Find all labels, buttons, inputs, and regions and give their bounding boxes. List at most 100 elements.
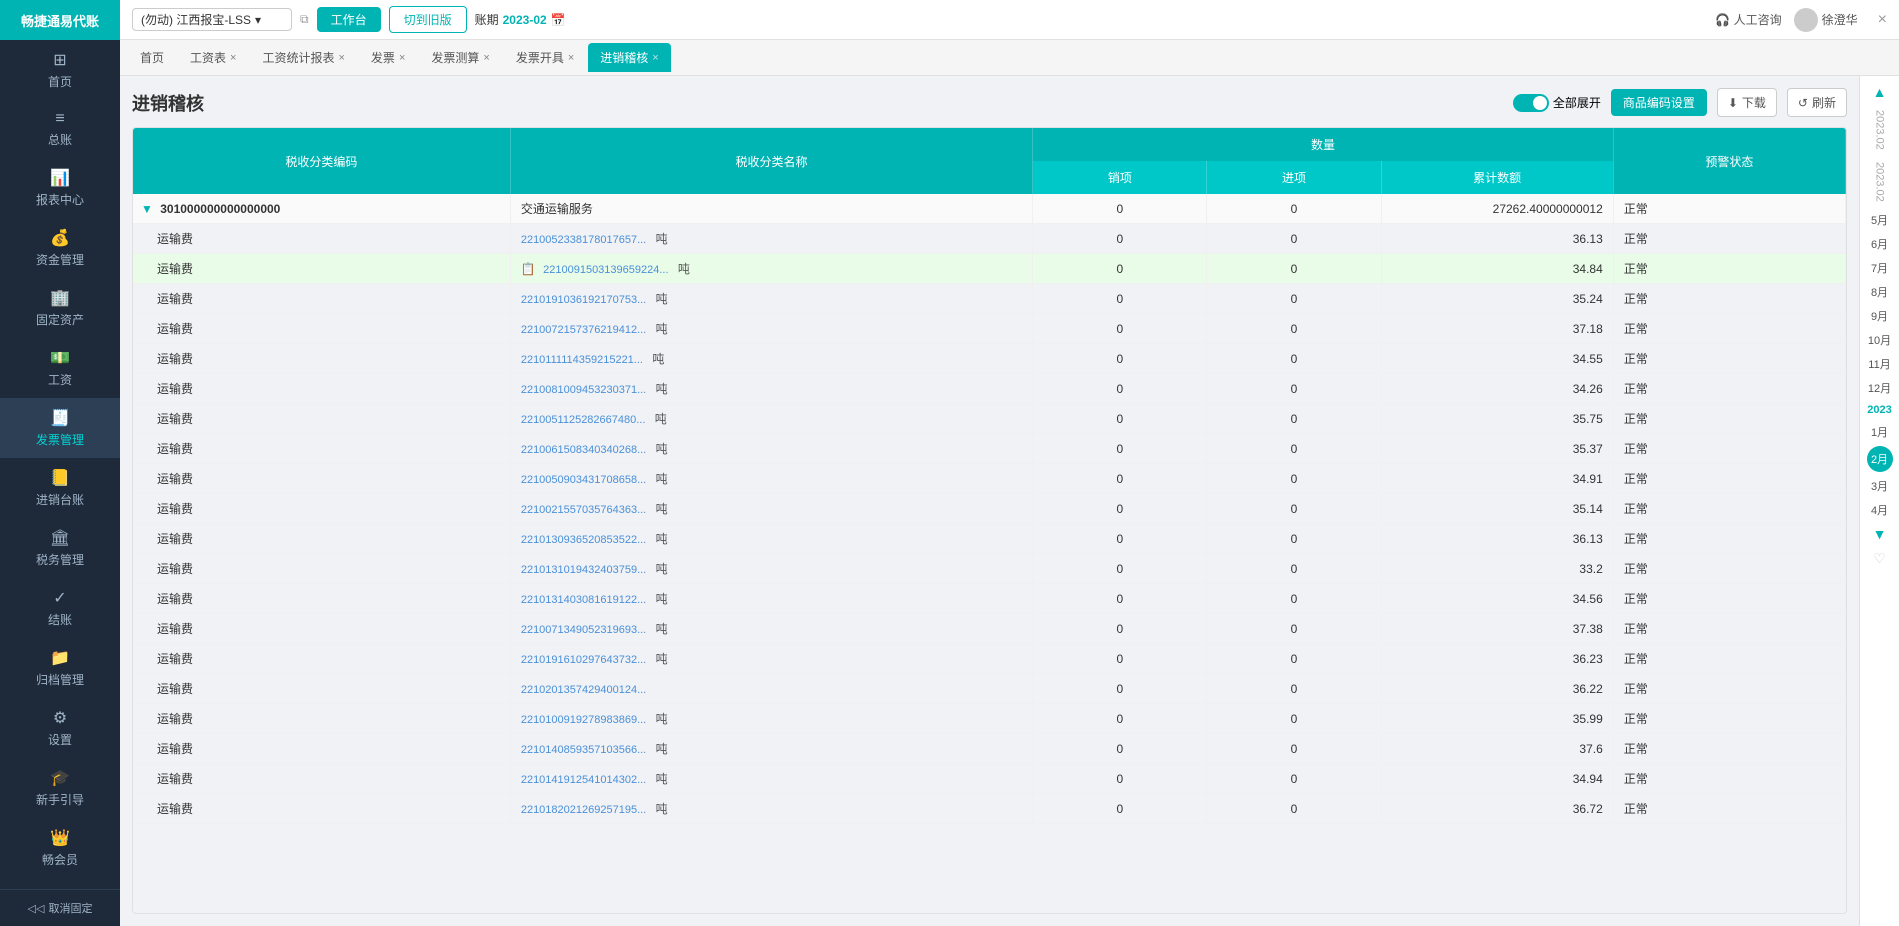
- company-selector[interactable]: (勿动) 江西报宝-LSS ▾: [132, 8, 292, 31]
- tab-invoice-close[interactable]: ×: [399, 52, 405, 64]
- refresh-label: 刷新: [1812, 94, 1836, 111]
- calendar-icon[interactable]: 📅: [551, 13, 566, 27]
- month-5[interactable]: 5月: [1860, 208, 1899, 232]
- tab-reconciliation-close[interactable]: ×: [652, 52, 658, 64]
- cell-sale: 0: [1033, 194, 1207, 224]
- sidebar-item-guide[interactable]: 🎓 新手引导: [0, 758, 120, 818]
- sidebar-item-tax[interactable]: 🏛 税务管理: [0, 518, 120, 578]
- tab-invoice-calc-close[interactable]: ×: [483, 52, 489, 64]
- tab-invoice[interactable]: 发票 ×: [359, 43, 417, 72]
- goods-code-button[interactable]: 商品编码设置: [1611, 89, 1707, 116]
- sidebar-item-ledger[interactable]: ≡ 总账: [0, 100, 120, 158]
- scroll-up-button[interactable]: ▲: [1869, 80, 1891, 104]
- month-12[interactable]: 12月: [1860, 376, 1899, 400]
- cell-status: 正常: [1613, 554, 1845, 584]
- cell-purchase: 0: [1207, 254, 1381, 284]
- workspace-button[interactable]: 工作台: [317, 7, 381, 32]
- sidebar-item-archive[interactable]: 📁 归档管理: [0, 638, 120, 698]
- sidebar-item-invoice-mgmt[interactable]: 🧾 发票管理: [0, 398, 120, 458]
- tab-payroll-stats-label: 工资统计报表: [262, 49, 334, 66]
- cell-status: 正常: [1613, 254, 1845, 284]
- month-9[interactable]: 9月: [1860, 304, 1899, 328]
- sidebar-item-payroll[interactable]: 💵 工资: [0, 338, 120, 398]
- home-icon: ⊞: [53, 50, 66, 70]
- cell-code: ▼ 301000000000000000: [133, 194, 510, 224]
- month-11[interactable]: 11月: [1860, 352, 1899, 376]
- month-7[interactable]: 7月: [1860, 256, 1899, 280]
- sidebar-item-member[interactable]: 👑 畅会员: [0, 818, 120, 878]
- tab-payroll[interactable]: 工资表 ×: [178, 43, 248, 72]
- cell-cumulative: 37.6: [1381, 734, 1613, 764]
- close-window-button[interactable]: ×: [1878, 11, 1887, 29]
- scroll-down-button[interactable]: ▼: [1869, 522, 1891, 546]
- cell-status: 正常: [1613, 524, 1845, 554]
- closing-icon: ✓: [53, 588, 66, 608]
- month-2-active[interactable]: 2月: [1867, 446, 1893, 472]
- year-2023[interactable]: 2023: [1860, 400, 1899, 420]
- cell-purchase: 0: [1207, 314, 1381, 344]
- cell-purchase: 0: [1207, 194, 1381, 224]
- cell-name-child: 运输费: [133, 284, 510, 314]
- sidebar: 畅捷通易代账 ⊞ 首页 ≡ 总账 📊 报表中心 💰 资金管理 🏢 固定资产 💵 …: [0, 0, 120, 926]
- unfix-button[interactable]: ◁◁ 取消固定: [0, 890, 120, 926]
- cell-name-child: 运输费: [133, 254, 510, 284]
- month-4[interactable]: 4月: [1860, 498, 1899, 522]
- month-6[interactable]: 6月: [1860, 232, 1899, 256]
- refresh-button[interactable]: ↺ 刷新: [1787, 88, 1847, 117]
- sidebar-item-label: 新手引导: [36, 791, 84, 808]
- sidebar-item-reports[interactable]: 📊 报表中心: [0, 158, 120, 218]
- month-1[interactable]: 1月: [1860, 420, 1899, 444]
- sidebar-item-purchase-sales[interactable]: 📒 进销台账: [0, 458, 120, 518]
- cell-purchase: 0: [1207, 524, 1381, 554]
- month-10[interactable]: 10月: [1860, 328, 1899, 352]
- sidebar-item-funds[interactable]: 💰 资金管理: [0, 218, 120, 278]
- cell-name-child: 运输费: [133, 704, 510, 734]
- cell-name-child: 运输费: [133, 344, 510, 374]
- tab-payroll-stats[interactable]: 工资统计报表 ×: [250, 43, 356, 72]
- cell-purchase: 0: [1207, 734, 1381, 764]
- month-3[interactable]: 3月: [1860, 474, 1899, 498]
- cell-cumulative: 36.13: [1381, 224, 1613, 254]
- page-header: 进销稽核 全部展开 商品编码设置 ⬇ 下载 ↺ 刷: [132, 88, 1847, 117]
- tab-reconciliation[interactable]: 进销稽核 ×: [588, 43, 670, 72]
- cell-purchase: 0: [1207, 644, 1381, 674]
- tab-payroll-stats-close[interactable]: ×: [338, 52, 344, 64]
- cell-cumulative: 33.2: [1381, 554, 1613, 584]
- download-button[interactable]: ⬇ 下载: [1717, 88, 1777, 117]
- avatar-icon: [1794, 8, 1818, 32]
- cell-status: 正常: [1613, 614, 1845, 644]
- main-content: 进销稽核 全部展开 商品编码设置 ⬇ 下载 ↺ 刷: [120, 76, 1859, 926]
- pin-icon: ◁◁: [28, 902, 45, 915]
- sidebar-item-home[interactable]: ⊞ 首页: [0, 40, 120, 100]
- cell-name: 交通运输服务: [510, 194, 1032, 224]
- tab-invoice-issue-close[interactable]: ×: [568, 52, 574, 64]
- support-button[interactable]: 🎧 人工咨询: [1715, 11, 1781, 28]
- month-8[interactable]: 8月: [1860, 280, 1899, 304]
- tab-payroll-close[interactable]: ×: [230, 52, 236, 64]
- cell-invoice: 2210131019432403759... 吨: [510, 554, 1032, 584]
- cell-name-child: 运输费: [133, 434, 510, 464]
- tabbar: 首页 工资表 × 工资统计报表 × 发票 × 发票测算 × 发票开具 × 进销稽…: [120, 40, 1899, 76]
- sidebar-item-closing[interactable]: ✓ 结账: [0, 578, 120, 638]
- tab-home[interactable]: 首页: [128, 43, 176, 72]
- cell-sale: 0: [1033, 554, 1207, 584]
- col-warning-status: 预警状态: [1613, 128, 1845, 194]
- copy-icon[interactable]: ⧉: [300, 12, 309, 27]
- download-label: 下载: [1742, 94, 1766, 111]
- tab-invoice-issue[interactable]: 发票开具 ×: [504, 43, 586, 72]
- switch-version-button[interactable]: 切到旧版: [389, 6, 467, 33]
- cell-name-child: 运输费: [133, 524, 510, 554]
- expand-toggle[interactable]: 全部展开: [1513, 94, 1601, 112]
- sidebar-item-settings[interactable]: ⚙ 设置: [0, 698, 120, 758]
- cell-status: 正常: [1613, 764, 1845, 794]
- cell-purchase: 0: [1207, 374, 1381, 404]
- cell-sale: 0: [1033, 794, 1207, 824]
- favorite-icon[interactable]: ♡: [1869, 546, 1890, 571]
- cell-purchase: 0: [1207, 584, 1381, 614]
- toggle-track[interactable]: [1513, 94, 1549, 112]
- user-menu[interactable]: 徐澄华: [1794, 8, 1858, 32]
- sidebar-item-assets[interactable]: 🏢 固定资产: [0, 278, 120, 338]
- ledger-icon: ≡: [55, 110, 64, 128]
- data-table-wrapper[interactable]: 税收分类编码 税收分类名称 数量 预警状态 销项 进项 累计数额: [132, 127, 1847, 914]
- tab-invoice-calc[interactable]: 发票测算 ×: [419, 43, 501, 72]
